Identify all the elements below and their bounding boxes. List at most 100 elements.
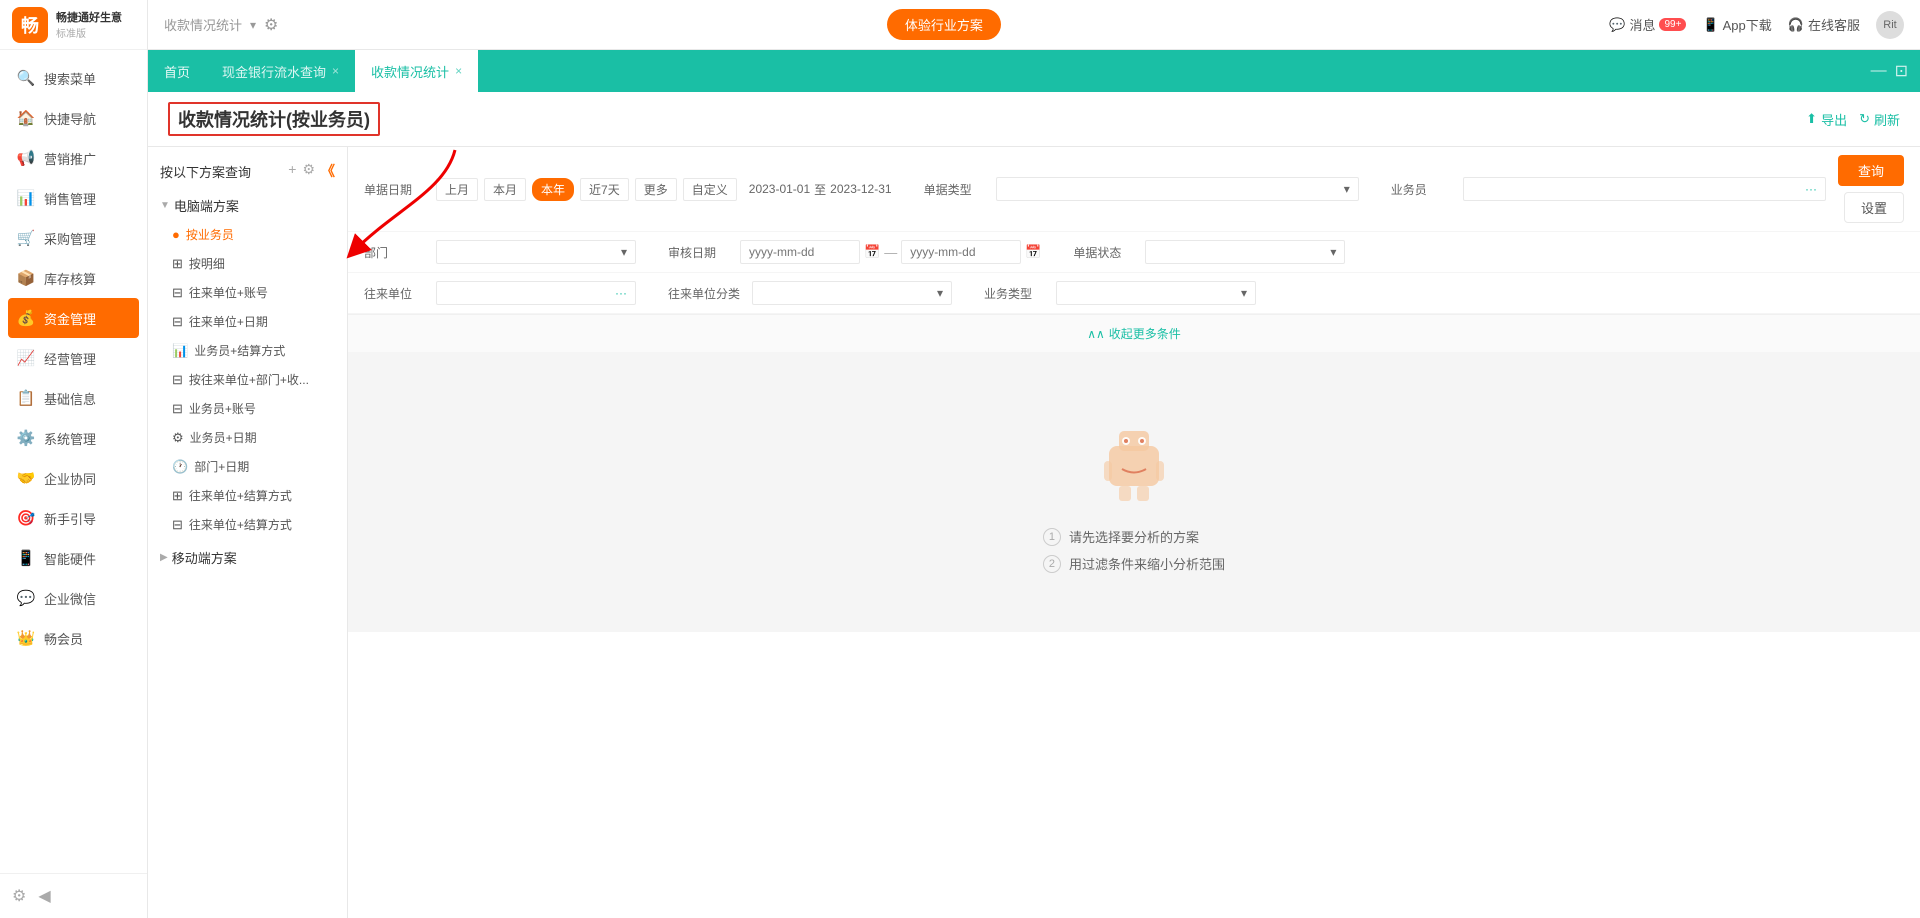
refresh-icon: ↻: [1859, 111, 1870, 127]
salesperson-select[interactable]: ···: [1463, 177, 1826, 201]
last-7-btn[interactable]: 近7天: [580, 178, 629, 201]
message-badge: 99+: [1659, 18, 1686, 31]
calendar-end-icon[interactable]: 📅: [1025, 244, 1041, 260]
partner-category-chevron-icon: ▾: [937, 286, 943, 300]
scheme-add-icon[interactable]: +: [288, 161, 296, 181]
scheme-group-mobile-header[interactable]: ▶ 移动端方案: [148, 543, 347, 572]
collapse-bar[interactable]: ∧∧ 收起更多条件: [348, 314, 1920, 352]
scheme-item-by-salesperson[interactable]: ● 按业务员: [148, 220, 347, 249]
more-options-icon[interactable]: ···: [1805, 182, 1817, 196]
scheme-item-by-salesperson-account[interactable]: ⊟ 业务员+账号: [148, 394, 347, 423]
scheme-item-by-unit-dept[interactable]: ⊟ 按往来单位+部门+收...: [148, 365, 347, 394]
sidebar-item-finance[interactable]: 💰 资金管理: [8, 298, 139, 338]
sidebar-item-sales[interactable]: 📊 销售管理: [0, 178, 147, 218]
scheme-item-label: 部门+日期: [194, 458, 249, 475]
sidebar-item-hardware[interactable]: 📱 智能硬件: [0, 538, 147, 578]
sidebar-item-member[interactable]: 👑 畅会员: [0, 618, 147, 658]
sidebar-item-label: 库存核算: [44, 269, 96, 288]
scheme-item-by-unit-date[interactable]: ⊟ 往来单位+日期: [148, 307, 347, 336]
scheme-header-title: 按以下方案查询: [160, 162, 251, 181]
tab-minimize-icon[interactable]: —: [1871, 62, 1887, 80]
sidebar-collapse-icon[interactable]: ◀: [38, 886, 50, 906]
group-expand-icon: ▼: [160, 200, 170, 211]
tab-collection-stat[interactable]: 收款情况统计 ×: [355, 50, 478, 92]
tab-collection-stat-close[interactable]: ×: [455, 64, 462, 78]
this-year-btn[interactable]: 本年: [532, 178, 574, 201]
finance-icon: 💰: [16, 308, 36, 328]
business-type-select[interactable]: ▾: [1056, 281, 1256, 305]
dropdown-icon[interactable]: ▾: [250, 18, 256, 32]
partner-category-select[interactable]: ▾: [752, 281, 952, 305]
basic-icon: 📋: [16, 388, 36, 408]
header-settings-icon[interactable]: ⚙: [264, 15, 278, 35]
calendar-start-icon[interactable]: 📅: [864, 244, 880, 260]
partner-select[interactable]: ···: [436, 281, 636, 305]
voucher-type-select[interactable]: ▾: [996, 177, 1359, 201]
sidebar-item-wechat[interactable]: 💬 企业微信: [0, 578, 147, 618]
logo-text: 畅捷通好生意 标准版: [56, 9, 122, 40]
business-type-label: 业务类型: [984, 285, 1044, 302]
scheme-item-by-unit-account[interactable]: ⊟ 往来单位+账号: [148, 278, 347, 307]
scheme-item-by-unit-payment2[interactable]: ⊟ 往来单位+结算方式: [148, 510, 347, 539]
dept-select[interactable]: ▾: [436, 240, 636, 264]
query-button[interactable]: 查询: [1838, 155, 1904, 186]
sidebar-item-basic[interactable]: 📋 基础信息: [0, 378, 147, 418]
tab-home[interactable]: 首页: [148, 50, 206, 92]
online-service-item[interactable]: 🎧 在线客服: [1788, 15, 1860, 34]
tab-bank-flow[interactable]: 现金银行流水查询 ×: [206, 50, 355, 92]
voucher-status-select[interactable]: ▾: [1145, 240, 1345, 264]
sidebar-item-system[interactable]: ⚙️ 系统管理: [0, 418, 147, 458]
scheme-collapse-icon[interactable]: 《: [321, 161, 335, 181]
custom-btn[interactable]: 自定义: [683, 178, 737, 201]
empty-tip-2: 2 用过滤条件来缩小分析范围: [1043, 554, 1225, 573]
sidebar-item-marketing[interactable]: 📢 营销推广: [0, 138, 147, 178]
scheme-item-by-salesperson-payment[interactable]: 📊 业务员+结算方式: [148, 336, 347, 365]
export-button[interactable]: ⬆ 导出: [1806, 110, 1847, 129]
sidebar-item-search-menu[interactable]: 🔍 搜索菜单: [0, 58, 147, 98]
audit-end-input[interactable]: [901, 240, 1021, 264]
scheme-item-by-detail[interactable]: ⊞ 按明细: [148, 249, 347, 278]
scheme-item-by-salesperson-date[interactable]: ⚙ 业务员+日期: [148, 423, 347, 452]
collapse-label: 收起更多条件: [1109, 325, 1181, 342]
scheme-item-by-dept-date[interactable]: 🕐 部门+日期: [148, 452, 347, 481]
mobile-group-expand-icon: ▶: [160, 552, 168, 563]
table3-icon: ⊟: [172, 372, 183, 388]
voucher-type-label: 单据类型: [924, 181, 984, 198]
scheme-settings-icon[interactable]: ⚙: [302, 161, 315, 181]
salesperson-label: 业务员: [1391, 181, 1451, 198]
app-download-item[interactable]: 📱 App下载: [1702, 15, 1771, 34]
sidebar-settings-icon[interactable]: ⚙: [12, 886, 26, 906]
table2-icon: ⊟: [172, 314, 183, 330]
header-right: 💬 消息 99+ 📱 App下载 🎧 在线客服 Rit: [1609, 11, 1904, 39]
sales-icon: 📊: [16, 188, 36, 208]
scheme-item-by-unit-payment1[interactable]: ⊞ 往来单位+结算方式: [148, 481, 347, 510]
content-split: 按以下方案查询 + ⚙ 《 ▼ 电脑端方案 ● 按业务员: [148, 147, 1920, 918]
message-item[interactable]: 💬 消息 99+: [1609, 15, 1686, 34]
table-icon: ⊟: [172, 285, 183, 301]
user-avatar[interactable]: Rit: [1876, 11, 1904, 39]
sidebar-item-purchase[interactable]: 🛒 采购管理: [0, 218, 147, 258]
sidebar-item-inventory[interactable]: 📦 库存核算: [0, 258, 147, 298]
this-month-btn[interactable]: 本月: [484, 178, 526, 201]
refresh-button[interactable]: ↻ 刷新: [1859, 110, 1900, 129]
tab-maximize-icon[interactable]: ⊡: [1895, 61, 1908, 81]
app-download-icon: 📱: [1702, 17, 1718, 33]
sidebar-item-operations[interactable]: 📈 经营管理: [0, 338, 147, 378]
sidebar-item-label: 搜索菜单: [44, 69, 96, 88]
audit-date-sep: —: [884, 245, 897, 260]
sidebar-item-enterprise[interactable]: 🤝 企业协同: [0, 458, 147, 498]
trial-button[interactable]: 体验行业方案: [887, 9, 1001, 40]
scheme-item-label: 往来单位+结算方式: [189, 487, 292, 504]
audit-start-input[interactable]: [740, 240, 860, 264]
last-month-btn[interactable]: 上月: [436, 178, 478, 201]
scheme-header-actions: + ⚙ 《: [288, 161, 335, 181]
date-end: 2023-12-31: [830, 182, 891, 196]
scheme-group-desktop-header[interactable]: ▼ 电脑端方案: [148, 191, 347, 220]
more-btn[interactable]: 更多: [635, 178, 677, 201]
sidebar-item-label: 采购管理: [44, 229, 96, 248]
partner-more-icon[interactable]: ···: [615, 286, 627, 300]
settings-button[interactable]: 设置: [1844, 192, 1904, 223]
tab-bank-flow-close[interactable]: ×: [332, 64, 339, 78]
sidebar-item-quick-nav[interactable]: 🏠 快捷导航: [0, 98, 147, 138]
sidebar-item-guide[interactable]: 🎯 新手引导: [0, 498, 147, 538]
